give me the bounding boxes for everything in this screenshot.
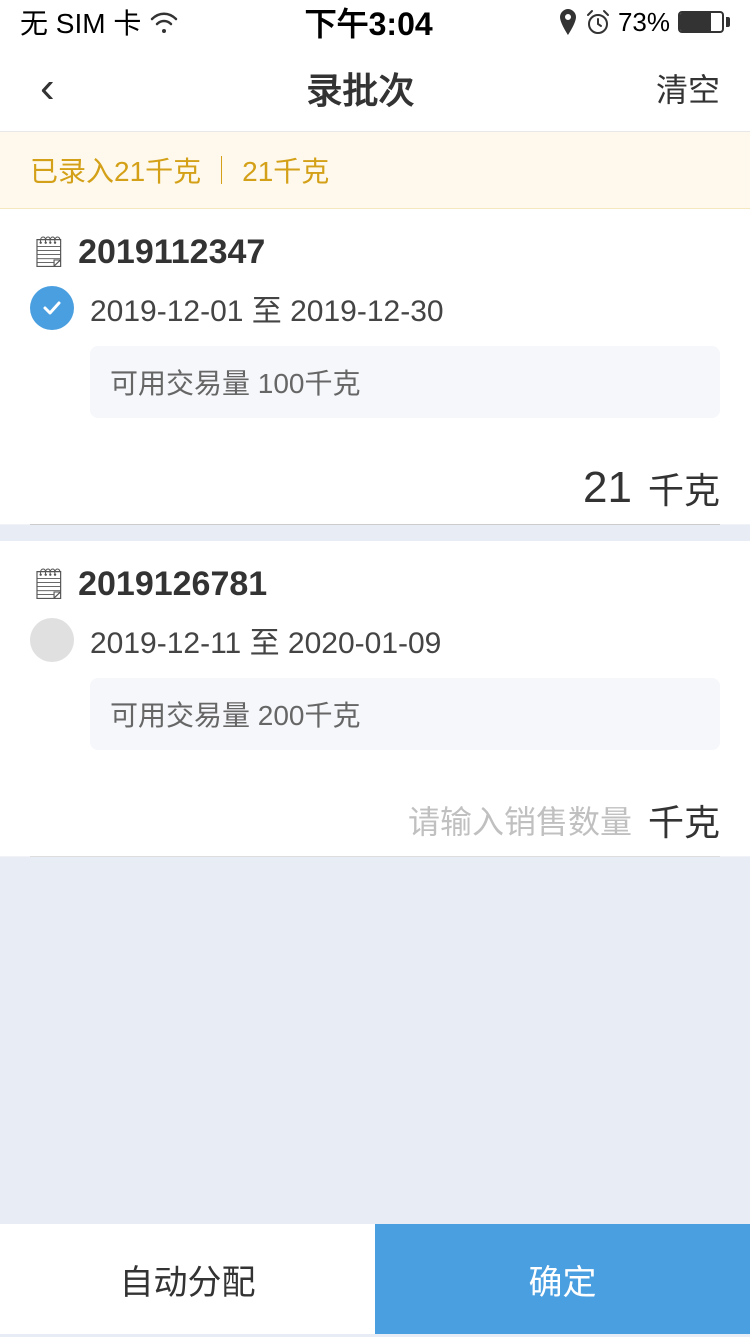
batch2-date-row[interactable]: 2019-12-11 至 2020-01-09 [30, 618, 720, 662]
batch2-input-row[interactable]: 请输入销售数量 千克 [0, 774, 750, 856]
section-separator-1 [0, 525, 750, 541]
batch1-quantity-row: 21 千克 [0, 442, 750, 524]
batch2-availability: 可用交易量 200千克 [90, 678, 720, 750]
status-bar: 无 SIM 卡 下午3:04 73% [0, 0, 750, 44]
battery-indicator [678, 11, 730, 33]
batch2-id-row: 🗒 2019126781 [30, 565, 720, 604]
recorded-value: 21千克 [242, 150, 329, 190]
wifi-icon [149, 11, 179, 33]
battery-percent: 73% [618, 7, 670, 38]
batch1-check[interactable] [30, 286, 74, 330]
batch1-quantity-unit: 千克 [648, 462, 720, 514]
recorded-label: 已录入21千克 [30, 150, 201, 190]
batch1-date-row[interactable]: 2019-12-01 至 2019-12-30 [30, 286, 720, 330]
batch2-input-unit: 千克 [648, 794, 720, 846]
batch1-quantity-value[interactable]: 21 [512, 463, 632, 513]
batch2-card: 🗒 2019126781 2019-12-11 至 2020-01-09 可用交… [0, 541, 750, 774]
batch1-date: 2019-12-01 至 2019-12-30 [90, 286, 444, 330]
status-right: 73% [558, 7, 730, 38]
batch1-doc-icon: 🗒 [30, 235, 68, 270]
content-area: 已录入21千克 21千克 🗒 2019112347 2019-12-01 至 2… [0, 132, 750, 1337]
carrier-text: 无 SIM 卡 [20, 2, 141, 42]
banner-divider [221, 156, 222, 184]
batch1-availability: 可用交易量 100千克 [90, 346, 720, 418]
batch2-id: 2019126781 [78, 565, 267, 604]
nav-bar: ‹ 录批次 清空 [0, 44, 750, 132]
confirm-button[interactable]: 确定 [375, 1224, 750, 1334]
batch2-check[interactable] [30, 618, 74, 662]
batch1-card: 🗒 2019112347 2019-12-01 至 2019-12-30 可用交… [0, 209, 750, 442]
status-carrier: 无 SIM 卡 [20, 2, 179, 42]
batch1-id-row: 🗒 2019112347 [30, 233, 720, 272]
batch2-date: 2019-12-11 至 2020-01-09 [90, 618, 441, 662]
batch2-doc-icon: 🗒 [30, 567, 68, 602]
alarm-icon [586, 9, 610, 35]
info-banner: 已录入21千克 21千克 [0, 132, 750, 209]
auto-distribute-button[interactable]: 自动分配 [0, 1224, 375, 1334]
batch2-input-placeholder: 请输入销售数量 [408, 797, 632, 843]
status-time: 下午3:04 [305, 0, 433, 45]
batch1-id: 2019112347 [78, 233, 265, 272]
page-title: 录批次 [306, 62, 414, 114]
location-icon [558, 9, 578, 35]
back-button[interactable]: ‹ [30, 53, 65, 123]
bottom-bar: 自动分配 确定 [0, 1224, 750, 1334]
clear-button[interactable]: 清空 [656, 65, 720, 111]
